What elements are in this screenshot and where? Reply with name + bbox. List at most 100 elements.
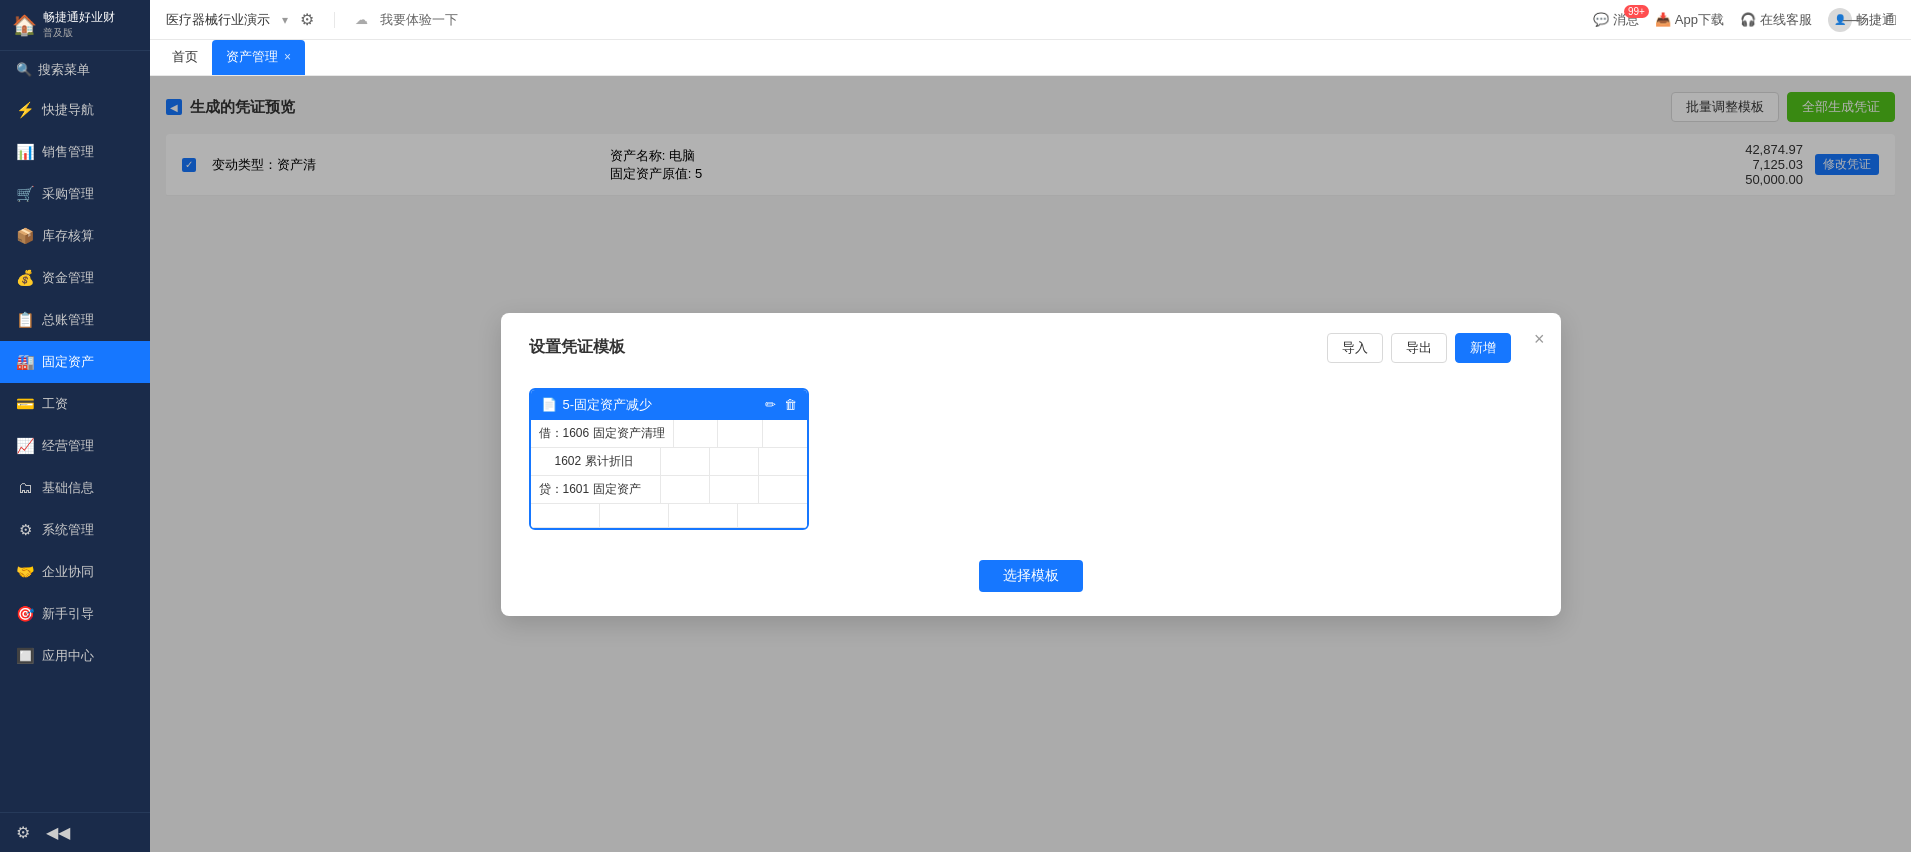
sidebar-label: 工资 (42, 395, 68, 413)
sidebar-item-fund[interactable]: 💰 资金管理 (0, 257, 150, 299)
maximize-icon: □ (1886, 11, 1896, 29)
topbar: 医疗器械行业演示 ▾ ⚙ ☁ 我要体验一下 💬 消息 99+ 📥 App下载 🎧… (150, 0, 1911, 40)
app-download-button[interactable]: 📥 App下载 (1655, 11, 1724, 29)
dialog-toolbar: 导入 导出 新增 (1327, 333, 1511, 363)
entry-2-col3 (710, 448, 759, 475)
sidebar-item-app-center[interactable]: 🔲 应用中心 (0, 635, 150, 677)
entry-2-direction: 1602 累计折旧 (531, 448, 661, 475)
fixed-assets-icon: 🏭 (16, 353, 34, 371)
sidebar-label: 资金管理 (42, 269, 94, 287)
template-entry-row-1: 借：1606 固定资产清理 (531, 420, 807, 448)
tab-home[interactable]: 首页 (158, 40, 212, 75)
select-template-button[interactable]: 选择模板 (979, 560, 1083, 592)
sidebar-item-fixed-assets[interactable]: 🏭 固定资产 (0, 341, 150, 383)
system-icon: ⚙ (16, 521, 34, 539)
entry-3-col2 (661, 476, 710, 503)
template-actions: ✏ 🗑 (765, 397, 797, 412)
template-file-icon: 📄 (541, 397, 557, 412)
collapse-icon[interactable]: ◀◀ (46, 823, 70, 842)
template-card[interactable]: 📄 5-固定资产减少 ✏ 🗑 借：1606 固定资产清理 (529, 388, 809, 530)
sidebar-item-quick-nav[interactable]: ⚡ 快捷导航 (0, 89, 150, 131)
company-name: 医疗器械行业演示 (166, 11, 270, 29)
gear-icon[interactable]: ⚙ (300, 10, 314, 29)
sidebar-label: 销售管理 (42, 143, 94, 161)
sidebar-item-salary[interactable]: 💳 工资 (0, 383, 150, 425)
entry-2-col4 (759, 448, 807, 475)
sidebar-label: 系统管理 (42, 521, 94, 539)
entry-1-col3 (718, 420, 763, 447)
search-icon: 🔍 (16, 62, 32, 77)
sidebar-label: 总账管理 (42, 311, 94, 329)
sidebar: 🏠 畅捷通好业财 普及版 🔍 搜索菜单 ⚡ 快捷导航 📊 销售管理 🛒 采购管 (0, 0, 150, 852)
entry-3-direction: 贷：1601 固定资产 (531, 476, 661, 503)
tab-home-label: 首页 (172, 48, 198, 66)
sales-icon: 📊 (16, 143, 34, 161)
maximize-button[interactable]: □ (1871, 0, 1911, 40)
online-service-label: 在线客服 (1760, 11, 1812, 29)
sidebar-label: 经营管理 (42, 437, 94, 455)
minimize-icon: — (1843, 11, 1859, 29)
entry-1-col4 (763, 420, 807, 447)
sidebar-search[interactable]: 🔍 搜索菜单 (0, 51, 150, 89)
app-download-label: App下载 (1675, 11, 1724, 29)
tab-asset-management[interactable]: 资产管理 × (212, 40, 305, 75)
dialog-overlay: × 设置凭证模板 导入 导出 新增 📄 5-固定资产减少 (150, 76, 1911, 852)
entry-1-direction: 借：1606 固定资产清理 (531, 420, 674, 447)
sidebar-item-enterprise[interactable]: 🤝 企业协同 (0, 551, 150, 593)
guide-icon: 🎯 (16, 605, 34, 623)
sidebar-label: 新手引导 (42, 605, 94, 623)
entry-1-col2 (674, 420, 719, 447)
sidebar-logo: 🏠 畅捷通好业财 普及版 (0, 0, 150, 51)
sidebar-item-guide[interactable]: 🎯 新手引导 (0, 593, 150, 635)
template-delete-icon[interactable]: 🗑 (784, 397, 797, 412)
app-edition: 普及版 (43, 26, 115, 40)
minimize-button[interactable]: — (1831, 0, 1871, 40)
online-service-button[interactable]: 🎧 在线客服 (1740, 11, 1812, 29)
sidebar-item-system[interactable]: ⚙ 系统管理 (0, 509, 150, 551)
template-body: 借：1606 固定资产清理 1602 累计折旧 (531, 420, 807, 528)
entry-2-col2 (661, 448, 710, 475)
chevron-down-icon[interactable]: ▾ (282, 13, 288, 27)
template-header: 📄 5-固定资产减少 ✏ 🗑 (531, 390, 807, 420)
download-icon: 📥 (1655, 12, 1671, 27)
template-entry-row-3: 贷：1601 固定资产 (531, 476, 807, 504)
quick-nav-icon: ⚡ (16, 101, 34, 119)
operations-icon: 📈 (16, 437, 34, 455)
template-edit-icon[interactable]: ✏ (765, 397, 776, 412)
entry-3-col3 (710, 476, 759, 503)
main-area: 医疗器械行业演示 ▾ ⚙ ☁ 我要体验一下 💬 消息 99+ 📥 App下载 🎧… (150, 0, 1911, 852)
app-center-icon: 🔲 (16, 647, 34, 665)
purchase-icon: 🛒 (16, 185, 34, 203)
ledger-icon: 📋 (16, 311, 34, 329)
sidebar-label: 库存核算 (42, 227, 94, 245)
sidebar-item-inventory[interactable]: 📦 库存核算 (0, 215, 150, 257)
sidebar-label: 企业协同 (42, 563, 94, 581)
sidebar-label: 快捷导航 (42, 101, 94, 119)
import-button[interactable]: 导入 (1327, 333, 1383, 363)
export-button[interactable]: 导出 (1391, 333, 1447, 363)
entry-3-col4 (759, 476, 807, 503)
settings-icon[interactable]: ⚙ (16, 823, 30, 842)
new-button[interactable]: 新增 (1455, 333, 1511, 363)
template-empty-row (531, 504, 807, 528)
fund-icon: 💰 (16, 269, 34, 287)
sidebar-label: 采购管理 (42, 185, 94, 203)
sidebar-nav: ⚡ 快捷导航 📊 销售管理 🛒 采购管理 📦 库存核算 💰 资金管理 📋 (0, 89, 150, 812)
inventory-icon: 📦 (16, 227, 34, 245)
sidebar-label: 固定资产 (42, 353, 94, 371)
sidebar-item-operations[interactable]: 📈 经营管理 (0, 425, 150, 467)
tabs-bar: 首页 资产管理 × — □ (150, 40, 1911, 76)
dialog-close-button[interactable]: × (1534, 329, 1545, 350)
sidebar-item-basic-info[interactable]: 🗂 基础信息 (0, 467, 150, 509)
sidebar-item-ledger[interactable]: 📋 总账管理 (0, 299, 150, 341)
headset-icon: 🎧 (1740, 12, 1756, 27)
sidebar-item-purchase[interactable]: 🛒 采购管理 (0, 173, 150, 215)
cloud-icon: ☁ (355, 12, 368, 27)
basic-info-icon: 🗂 (16, 479, 34, 497)
sidebar-label: 基础信息 (42, 479, 94, 497)
sidebar-item-sales[interactable]: 📊 销售管理 (0, 131, 150, 173)
tab-close-icon[interactable]: × (284, 50, 291, 64)
salary-icon: 💳 (16, 395, 34, 413)
message-button[interactable]: 💬 消息 99+ (1593, 11, 1639, 29)
experience-text[interactable]: 我要体验一下 (380, 11, 458, 29)
